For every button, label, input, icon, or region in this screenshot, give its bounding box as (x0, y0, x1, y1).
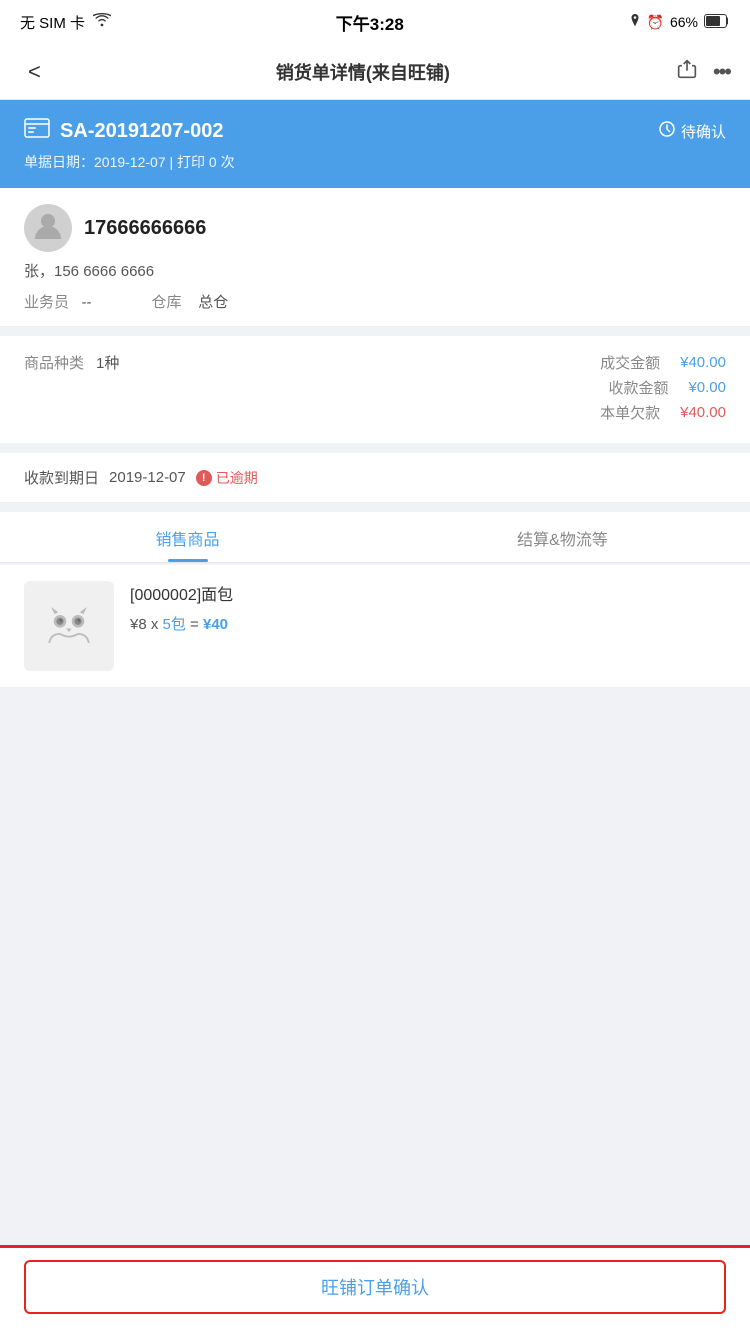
order-icon (24, 118, 50, 144)
warehouse: 仓库 总仓 (152, 291, 229, 312)
overdue-dot-icon: ! (196, 470, 212, 486)
order-status: 待确认 (659, 121, 726, 142)
product-logo-icon (42, 601, 96, 652)
more-icon[interactable]: ••• (713, 59, 730, 85)
tab-settlement-label: 结算&物流等 (517, 532, 608, 549)
tab-products[interactable]: 销售商品 (0, 512, 375, 562)
order-header-card: SA-20191207-002 待确认 单据日期：2019-12-07 | 打印… (0, 100, 750, 188)
confirm-button-wrap: 旺铺订单确认 (0, 1245, 750, 1334)
overdue-text: 已逾期 (216, 468, 258, 488)
product-price: ¥8 x 5包 = ¥40 (130, 613, 726, 634)
tabs-bar: 销售商品 结算&物流等 (0, 512, 750, 563)
price-value: ¥8 (130, 616, 147, 633)
product-info: [0000002]面包 ¥8 x 5包 = ¥40 (130, 581, 726, 634)
amounts-info: 成交金额 ¥40.00 收款金额 ¥0.00 本单欠款 ¥40.00 (600, 352, 726, 427)
wifi-icon (93, 13, 111, 31)
tab-products-label: 销售商品 (155, 532, 219, 549)
equal-sign: = (190, 616, 203, 633)
alarm-icon: ⏰ (647, 14, 664, 31)
product-thumbnail (24, 581, 114, 671)
received-value: ¥0.00 (688, 379, 726, 396)
order-info-card: 商品种类 1种 成交金额 ¥40.00 收款金额 ¥0.00 本单欠款 ¥40.… (0, 336, 750, 443)
warehouse-label: 仓库 (152, 294, 182, 311)
due-date-card: 收款到期日 2019-12-07 ! 已逾期 (0, 453, 750, 502)
qty-value: 5包 (163, 616, 186, 633)
customer-meta: 业务员 -- 仓库 总仓 (24, 291, 726, 312)
customer-phone: 17666666666 (84, 217, 206, 240)
confirm-order-button[interactable]: 旺铺订单确认 (24, 1260, 726, 1314)
product-type-label: 商品种类 (24, 352, 84, 373)
owed-value: ¥40.00 (680, 404, 726, 421)
received-label: 收款金额 (608, 377, 668, 398)
tab-settlement[interactable]: 结算&物流等 (375, 512, 750, 562)
amount-row-owed: 本单欠款 ¥40.00 (600, 402, 726, 423)
no-sim-text: 无 SIM 卡 (20, 12, 85, 33)
owed-label: 本单欠款 (600, 402, 660, 423)
sales-label: 业务员 (24, 294, 69, 311)
product-type-info: 商品种类 1种 (24, 352, 119, 373)
amount-row-total: 成交金额 ¥40.00 (600, 352, 726, 373)
nav-actions: ••• (677, 59, 730, 85)
amount-row-received: 收款金额 ¥0.00 (600, 377, 726, 398)
battery-icon (704, 14, 730, 31)
due-date-value: 2019-12-07 (109, 469, 186, 486)
order-id: SA-20191207-002 (24, 118, 223, 144)
order-id-text: SA-20191207-002 (60, 120, 223, 143)
product-type-value: 1种 (96, 352, 119, 373)
page-title: 销货单详情(来自旺铺) (276, 59, 450, 85)
product-card: [0000002]面包 ¥8 x 5包 = ¥40 (0, 565, 750, 687)
status-bar: 无 SIM 卡 下午3:28 ⏰ 66% (0, 0, 750, 44)
avatar (24, 204, 72, 252)
avatar-icon (33, 211, 63, 246)
status-time: 下午3:28 (336, 10, 404, 35)
overdue-badge: ! 已逾期 (196, 468, 258, 488)
multiply-sign: x (151, 616, 163, 633)
sales-person: 业务员 -- (24, 291, 92, 312)
bottom-filler (0, 687, 750, 867)
amount-label: 成交金额 (600, 352, 660, 373)
status-left: 无 SIM 卡 (20, 12, 111, 33)
battery-text: 66% (670, 14, 698, 30)
back-button[interactable]: < (20, 55, 49, 89)
amount-value: ¥40.00 (680, 354, 726, 371)
due-date-label: 收款到期日 (24, 467, 99, 488)
status-text: 待确认 (681, 121, 726, 142)
clock-icon (659, 121, 675, 141)
order-date: 单据日期：2019-12-07 | 打印 0 次 (24, 152, 726, 172)
export-icon[interactable] (677, 59, 697, 84)
total-price: ¥40 (203, 616, 228, 633)
location-icon (629, 14, 641, 31)
status-right: ⏰ 66% (629, 14, 730, 31)
customer-name: 张，156 6666 6666 (24, 260, 726, 281)
product-name: [0000002]面包 (130, 581, 726, 605)
nav-bar: < 销货单详情(来自旺铺) ••• (0, 44, 750, 100)
warehouse-value: 总仓 (198, 294, 228, 311)
sales-value: -- (82, 294, 92, 311)
customer-card: 17666666666 张，156 6666 6666 业务员 -- 仓库 总仓 (0, 188, 750, 326)
